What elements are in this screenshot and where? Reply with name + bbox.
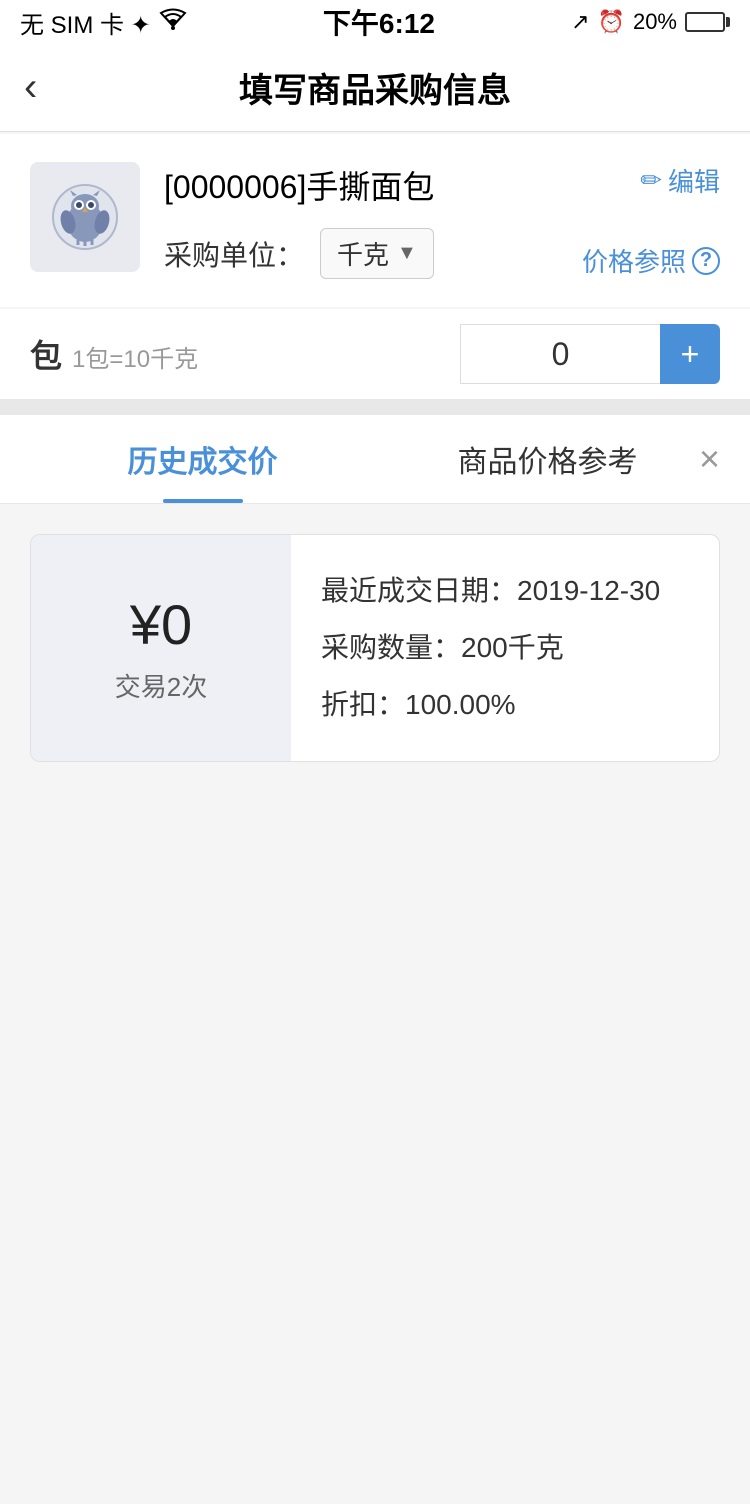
discount-value: 100.00%: [405, 689, 516, 720]
time-display: 下午6:12: [323, 2, 435, 42]
history-purchase-qty-row: 采购数量：200千克: [321, 628, 689, 667]
history-content: ¥0 交易2次 最近成交日期：2019-12-30 采购数量：200千克 折扣：…: [0, 504, 750, 904]
history-card: ¥0 交易2次 最近成交日期：2019-12-30 采购数量：200千克 折扣：…: [30, 534, 720, 762]
product-card: [0000006]手撕面包 采购单位： 千克 ▼ ✏ 编辑 价格参照 ?: [0, 134, 750, 307]
alarm-icon: ⏰: [598, 9, 625, 35]
wifi-icon: [159, 8, 187, 37]
product-name: [0000006]手撕面包: [164, 162, 720, 208]
history-discount-row: 折扣：100.00%: [321, 685, 689, 724]
edit-label: 编辑: [668, 162, 720, 199]
status-right: ↗ ⏰ 20%: [571, 9, 730, 35]
section-divider: [0, 399, 750, 415]
back-button[interactable]: ‹: [24, 65, 37, 110]
quantity-label: 包 1包=10千克: [30, 331, 198, 377]
tab-history-price-label: 历史成交价: [128, 437, 278, 481]
purchase-qty-label: 采购数量：: [321, 632, 461, 663]
status-bar: 无 SIM 卡 ✦ 下午6:12 ↗ ⏰ 20%: [0, 0, 750, 44]
battery-percent: 20%: [633, 9, 677, 35]
quantity-plus-button[interactable]: +: [660, 324, 720, 384]
location-icon: ↗: [571, 9, 589, 35]
quantity-conversion: 1包=10千克: [72, 339, 198, 374]
unit-select[interactable]: 千克 ▼: [320, 228, 434, 279]
status-left: 无 SIM 卡 ✦: [20, 5, 187, 40]
product-logo: [45, 177, 125, 257]
history-price-value: ¥0: [130, 592, 192, 657]
tab-history-price[interactable]: 历史成交价: [30, 415, 375, 503]
edit-button[interactable]: ✏ 编辑: [640, 162, 720, 199]
tabs-row: 历史成交价 商品价格参考 ×: [0, 415, 750, 503]
tab-active-indicator: [163, 499, 243, 503]
history-details-section: 最近成交日期：2019-12-30 采购数量：200千克 折扣：100.00%: [291, 535, 719, 761]
page-title: 填写商品采购信息: [239, 63, 511, 112]
product-image: [30, 162, 140, 272]
nav-bar: ‹ 填写商品采购信息: [0, 44, 750, 132]
history-trades-count: 交易2次: [115, 667, 207, 704]
help-icon: ?: [692, 247, 720, 275]
tab-product-price-ref-label: 商品价格参考: [458, 437, 638, 481]
tabs-section: 历史成交价 商品价格参考 ×: [0, 415, 750, 504]
price-ref-label: 价格参照: [582, 242, 686, 279]
unit-value: 千克: [337, 235, 389, 272]
history-recent-date-row: 最近成交日期：2019-12-30: [321, 571, 689, 610]
quantity-controls: +: [460, 324, 720, 384]
purchase-qty-value: 200千克: [461, 632, 564, 663]
history-price-section: ¥0 交易2次: [31, 535, 291, 761]
discount-label: 折扣：: [321, 689, 405, 720]
tab-product-price-ref[interactable]: 商品价格参考: [375, 415, 720, 503]
quantity-input[interactable]: [460, 324, 660, 384]
quantity-row: 包 1包=10千克 +: [0, 309, 750, 399]
unit-dropdown-arrow: ▼: [397, 242, 417, 265]
price-reference-button[interactable]: 价格参照 ?: [582, 242, 720, 279]
tab-close-button[interactable]: ×: [689, 428, 730, 490]
unit-label: 采购单位：: [164, 234, 304, 274]
quantity-unit: 包: [30, 331, 62, 377]
signal-text: 无 SIM 卡 ✦: [20, 5, 151, 40]
recent-date-label: 最近成交日期：: [321, 575, 517, 606]
battery-icon: [685, 12, 730, 32]
recent-date-value: 2019-12-30: [517, 575, 660, 606]
edit-icon: ✏: [640, 165, 662, 196]
bottom-space: [0, 904, 750, 1504]
